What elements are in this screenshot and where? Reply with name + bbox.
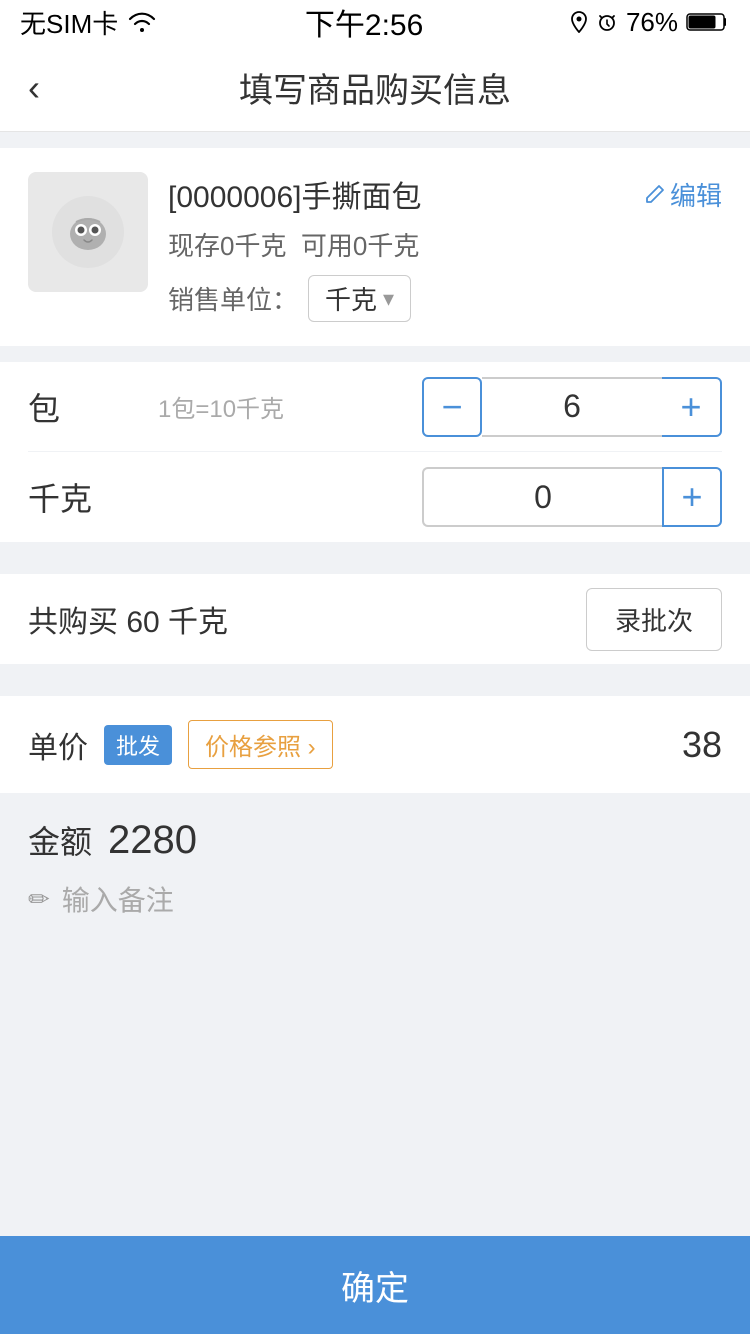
product-name: [0000006]手撕面包 — [168, 172, 421, 216]
product-logo — [48, 192, 128, 272]
bao-qty-input[interactable] — [482, 377, 662, 437]
bao-qty-controls: − + — [422, 377, 722, 437]
location-icon — [570, 11, 588, 33]
nav-bar: ‹ 填写商品购买信息 — [0, 44, 750, 132]
batch-button[interactable]: 录批次 — [586, 588, 722, 651]
section-separator-3 — [0, 664, 750, 680]
confirm-button-label: 确定 — [341, 1261, 409, 1310]
kg-label: 千克 — [28, 474, 148, 520]
unit-label: 销售单位： — [168, 280, 298, 317]
amount-section: 金额 2280 ✏ 输入备注 — [0, 793, 750, 943]
status-right: 76% — [570, 7, 730, 38]
carrier-text: 无SIM卡 — [20, 4, 118, 41]
product-stock: 现存0千克 可用0千克 — [168, 226, 722, 263]
product-image — [28, 172, 148, 292]
bao-plus-button[interactable]: + — [662, 377, 722, 437]
summary-row: 共购买 60 千克 录批次 — [28, 574, 722, 664]
input-section: 包 1包=10千克 − + 千克 + — [0, 362, 750, 542]
amount-value: 2280 — [108, 818, 197, 863]
price-row: 单价 批发 价格参照 › 38 — [28, 720, 722, 769]
edit-icon — [644, 183, 666, 205]
bao-label: 包 — [28, 384, 148, 430]
unit-value: 千克 — [325, 280, 377, 317]
product-card: [0000006]手撕面包 编辑 现存0千克 可用0千克 销售单位： 千克 ▾ — [0, 148, 750, 346]
unit-dropdown-arrow: ▾ — [383, 286, 394, 312]
wifi-icon — [126, 11, 158, 33]
alarm-icon — [596, 11, 618, 33]
kg-qty-input[interactable] — [422, 467, 662, 527]
kg-input-row: 千克 + — [28, 452, 722, 542]
edit-button[interactable]: 编辑 — [644, 176, 722, 213]
amount-label: 金额 — [28, 817, 92, 863]
amount-row: 金额 2280 — [28, 817, 722, 863]
back-button[interactable]: ‹ — [28, 67, 40, 109]
product-info: [0000006]手撕面包 编辑 现存0千克 可用0千克 销售单位： 千克 ▾ — [168, 172, 722, 322]
price-label: 单价 — [28, 723, 88, 767]
summary-text: 共购买 60 千克 — [28, 597, 586, 641]
bao-hint: 1包=10千克 — [158, 389, 422, 424]
bao-input-row: 包 1包=10千克 − + — [28, 362, 722, 452]
battery-text: 76% — [626, 7, 678, 38]
pencil-icon: ✏ — [28, 884, 50, 915]
product-unit-row: 销售单位： 千克 ▾ — [168, 275, 722, 322]
price-value: 38 — [682, 724, 722, 766]
status-bar: 无SIM卡 下午2:56 76% — [0, 0, 750, 44]
bao-minus-button[interactable]: − — [422, 377, 482, 437]
summary-section: 共购买 60 千克 录批次 — [0, 574, 750, 664]
price-type-badge: 批发 — [104, 725, 172, 765]
kg-qty-controls: + — [422, 467, 722, 527]
edit-label: 编辑 — [670, 176, 722, 213]
page-title: 填写商品购买信息 — [239, 63, 511, 112]
kg-plus-button[interactable]: + — [662, 467, 722, 527]
section-separator-1 — [0, 346, 750, 362]
unit-select[interactable]: 千克 ▾ — [308, 275, 411, 322]
note-placeholder: 输入备注 — [62, 879, 174, 919]
note-row[interactable]: ✏ 输入备注 — [28, 879, 722, 919]
status-time: 下午2:56 — [305, 0, 423, 44]
status-left: 无SIM卡 — [20, 4, 158, 41]
confirm-button[interactable]: 确定 — [0, 1236, 750, 1334]
price-section: 单价 批发 价格参照 › 38 — [0, 696, 750, 793]
section-separator-2 — [0, 542, 750, 558]
content-spacer — [0, 943, 750, 1243]
battery-icon — [686, 11, 730, 33]
price-ref-button[interactable]: 价格参照 › — [188, 720, 333, 769]
